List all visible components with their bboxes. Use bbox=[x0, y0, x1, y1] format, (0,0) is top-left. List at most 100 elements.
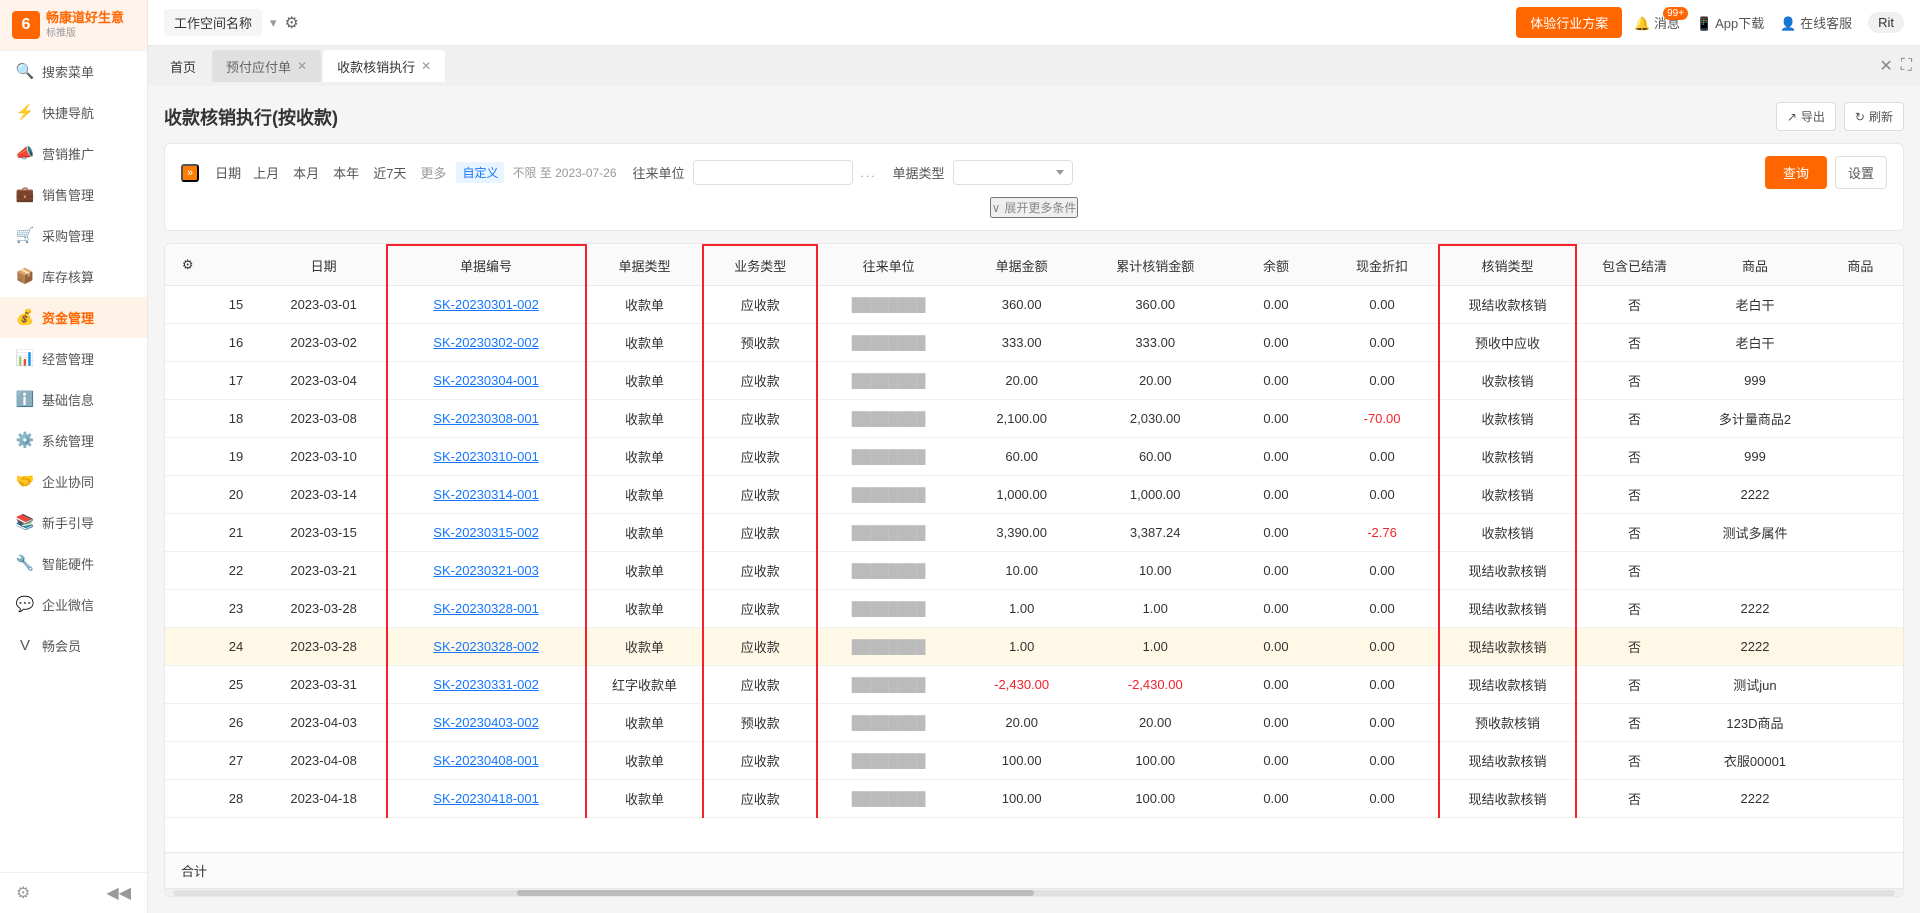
sidebar-item-9[interactable]: ⚙️系统管理 bbox=[0, 420, 147, 461]
cell-sliptype: 收款单 bbox=[586, 742, 704, 780]
refresh-button[interactable]: ↻ 刷新 bbox=[1844, 102, 1904, 131]
sidebar-item-5[interactable]: 📦库存核算 bbox=[0, 256, 147, 297]
slip-no-link[interactable]: SK-20230418-001 bbox=[433, 791, 539, 806]
sidebar-item-2[interactable]: 📣营销推广 bbox=[0, 133, 147, 174]
online-service-link[interactable]: 👤 在线客服 bbox=[1780, 13, 1852, 32]
cell-settings bbox=[165, 362, 210, 400]
table-scrollbar[interactable] bbox=[165, 888, 1903, 896]
slip-no-link[interactable]: SK-20230301-002 bbox=[433, 297, 539, 312]
sidebar-item-7[interactable]: 📊经营管理 bbox=[0, 338, 147, 379]
filter-slip-type-label: 单据类型 bbox=[893, 163, 945, 182]
filter-partner-group: 往来单位 ... bbox=[633, 160, 877, 185]
sidebar-label-5: 库存核算 bbox=[42, 267, 94, 286]
export-button[interactable]: ↗ 导出 bbox=[1776, 102, 1836, 131]
slip-no-link[interactable]: SK-20230310-001 bbox=[433, 449, 539, 464]
cell-goods: 2222 bbox=[1692, 628, 1817, 666]
cell-cashdiscount: 0.00 bbox=[1326, 704, 1440, 742]
sidebar-item-11[interactable]: 📚新手引导 bbox=[0, 502, 147, 543]
tab-prepay[interactable]: 预付应付单 ✕ bbox=[212, 50, 321, 82]
table-wrapper[interactable]: ⚙ 日期 单据编号 单据类型 业务类型 往来单位 单据金额 累计核销金额 余额 … bbox=[165, 244, 1903, 852]
table-row: 25 2023-03-31 SK-20230331-002 红字收款单 应收款 … bbox=[165, 666, 1903, 704]
slip-no-link[interactable]: SK-20230328-002 bbox=[433, 639, 539, 654]
cell-slipno: SK-20230308-001 bbox=[387, 400, 586, 438]
slip-no-link[interactable]: SK-20230403-002 bbox=[433, 715, 539, 730]
cell-balance: 0.00 bbox=[1226, 324, 1325, 362]
sidebar-item-14[interactable]: V畅会员 bbox=[0, 625, 147, 666]
col-settings-header[interactable]: ⚙ bbox=[165, 245, 210, 286]
sidebar-item-4[interactable]: 🛒采购管理 bbox=[0, 215, 147, 256]
cell-canceltype: 现结收款核销 bbox=[1439, 286, 1575, 324]
sidebar-item-10[interactable]: 🤝企业协同 bbox=[0, 461, 147, 502]
cell-sliptype: 收款单 bbox=[586, 514, 704, 552]
filter-settings-button[interactable]: 设置 bbox=[1835, 156, 1887, 189]
tab-collection[interactable]: 收款核销执行 ✕ bbox=[323, 50, 445, 82]
sidebar-label-7: 经营管理 bbox=[42, 349, 94, 368]
sidebar-item-13[interactable]: 💬企业微信 bbox=[0, 584, 147, 625]
sidebar-item-6[interactable]: 💰资金管理 bbox=[0, 297, 147, 338]
cell-sliptype: 红字收款单 bbox=[586, 666, 704, 704]
cell-includesettled: 否 bbox=[1576, 780, 1693, 818]
sidebar-item-1[interactable]: ⚡快捷导航 bbox=[0, 92, 147, 133]
filter-last-month[interactable]: 上月 bbox=[249, 162, 283, 183]
slip-no-link[interactable]: SK-20230331-002 bbox=[433, 677, 539, 692]
cell-settings bbox=[165, 704, 210, 742]
solution-button[interactable]: 体验行业方案 bbox=[1516, 7, 1622, 38]
tab-prepay-close-icon[interactable]: ✕ bbox=[297, 59, 307, 73]
filter-date-custom[interactable]: 自定义 bbox=[456, 162, 504, 183]
slip-no-link[interactable]: SK-20230321-003 bbox=[433, 563, 539, 578]
cell-cashdiscount: 0.00 bbox=[1326, 590, 1440, 628]
filter-last-7days[interactable]: 近7天 bbox=[369, 162, 410, 183]
cell-amount: 1.00 bbox=[959, 628, 1084, 666]
slip-no-link[interactable]: SK-20230302-002 bbox=[433, 335, 539, 350]
filter-expand-icon[interactable]: » bbox=[181, 164, 199, 182]
app-download-link[interactable]: 📱 App下载 bbox=[1696, 13, 1764, 32]
cell-date: 2023-03-15 bbox=[262, 514, 387, 552]
tab-maximize-icon[interactable]: ⛶ bbox=[1901, 57, 1912, 75]
tab-home[interactable]: 首页 bbox=[156, 50, 210, 82]
filter-row: » 日期 上月 本月 本年 近7天 更多 自定义 不限 至 2023-07-26… bbox=[181, 156, 1887, 189]
sidebar-item-12[interactable]: 🔧智能硬件 bbox=[0, 543, 147, 584]
cell-includesettled: 否 bbox=[1576, 628, 1693, 666]
slip-no-link[interactable]: SK-20230328-001 bbox=[433, 601, 539, 616]
filter-partner-input[interactable] bbox=[693, 160, 853, 185]
filter-slip-type-select[interactable] bbox=[953, 160, 1073, 185]
tab-collection-close-icon[interactable]: ✕ bbox=[421, 59, 431, 73]
cell-biztype: 预收款 bbox=[703, 704, 817, 742]
collapse-icon[interactable]: ◀◀ bbox=[106, 883, 131, 903]
user-avatar[interactable]: Rit bbox=[1868, 12, 1904, 33]
sidebar-item-3[interactable]: 💼销售管理 bbox=[0, 174, 147, 215]
slip-no-link[interactable]: SK-20230408-001 bbox=[433, 753, 539, 768]
filter-this-month[interactable]: 本月 bbox=[289, 162, 323, 183]
filter-query-button[interactable]: 查询 bbox=[1765, 156, 1827, 189]
sidebar: 6 畅康道好生意 标推版 🔍搜索菜单⚡快捷导航📣营销推广💼销售管理🛒采购管理📦库… bbox=[0, 0, 148, 913]
cell-goods2 bbox=[1818, 780, 1903, 818]
cell-date: 2023-03-28 bbox=[262, 590, 387, 628]
workspace-name[interactable]: 工作空间名称 bbox=[164, 9, 262, 36]
sidebar-label-8: 基础信息 bbox=[42, 390, 94, 409]
slip-no-link[interactable]: SK-20230315-002 bbox=[433, 525, 539, 540]
sidebar-item-8[interactable]: ℹ️基础信息 bbox=[0, 379, 147, 420]
slip-no-link[interactable]: SK-20230308-001 bbox=[433, 411, 539, 426]
tabbar: 首页 预付应付单 ✕ 收款核销执行 ✕ ✕ ⛶ bbox=[148, 46, 1920, 86]
cell-canceltype: 收款核销 bbox=[1439, 362, 1575, 400]
expand-more-button[interactable]: ∨ 展开更多条件 bbox=[990, 197, 1079, 218]
cell-includesettled: 否 bbox=[1576, 438, 1693, 476]
message-badge[interactable]: 🔔 消息 99+ bbox=[1634, 13, 1680, 32]
cell-amount: 333.00 bbox=[959, 324, 1084, 362]
tab-close-all-icon[interactable]: ✕ bbox=[1879, 56, 1892, 76]
workspace-selector: 工作空间名称 ▾ ⚙ bbox=[164, 9, 1504, 36]
slip-no-link[interactable]: SK-20230304-001 bbox=[433, 373, 539, 388]
cell-amount: 1.00 bbox=[959, 590, 1084, 628]
filter-this-year[interactable]: 本年 bbox=[329, 162, 363, 183]
sidebar-item-0[interactable]: 🔍搜索菜单 bbox=[0, 51, 147, 92]
cell-goods2 bbox=[1818, 628, 1903, 666]
cell-settings bbox=[165, 400, 210, 438]
filter-more-dots[interactable]: ... bbox=[861, 166, 877, 180]
cell-goods: 测试多属件 bbox=[1692, 514, 1817, 552]
cell-date: 2023-04-08 bbox=[262, 742, 387, 780]
topbar-gear-icon[interactable]: ⚙ bbox=[285, 13, 299, 33]
settings-icon[interactable]: ⚙ bbox=[16, 883, 30, 903]
filter-date-more[interactable]: 更多 bbox=[416, 162, 450, 183]
cell-date: 2023-03-10 bbox=[262, 438, 387, 476]
slip-no-link[interactable]: SK-20230314-001 bbox=[433, 487, 539, 502]
